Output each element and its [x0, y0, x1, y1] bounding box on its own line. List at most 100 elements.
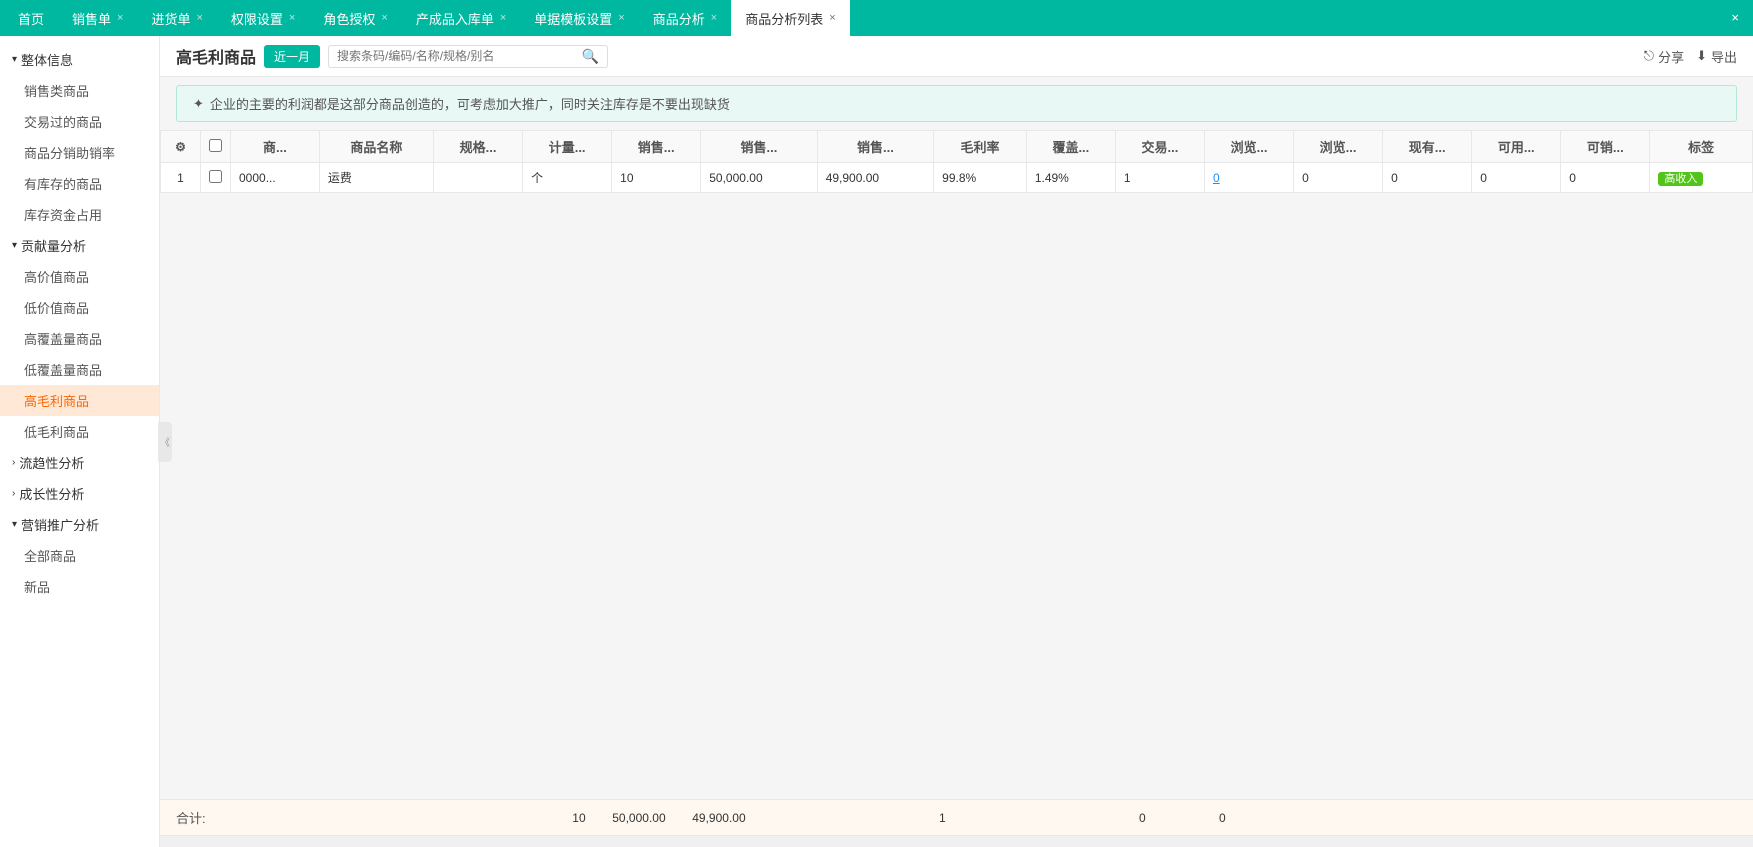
sidebar-item-high-value[interactable]: 高价值商品: [0, 261, 159, 292]
cell-checkbox[interactable]: [201, 163, 231, 193]
time-filter-button[interactable]: 近一月: [264, 45, 320, 68]
sidebar-item-traded-goods[interactable]: 交易过的商品: [0, 106, 159, 137]
sidebar-item-distribution[interactable]: 商品分销助销率: [0, 137, 159, 168]
nav-role[interactable]: 角色授权 ×: [309, 0, 401, 36]
footer-sales-amount: 50,000.00: [594, 811, 674, 825]
col-header-browse2: 浏览...: [1294, 131, 1383, 163]
col-header-gross-margin: 毛利率: [934, 131, 1027, 163]
sidebar-item-low-coverage[interactable]: 低覆盖量商品: [0, 354, 159, 385]
table-container[interactable]: ⚙ 商... 商品名称 规格... 计量... 销售... 销售... 销售..…: [160, 130, 1753, 799]
cell-trade: 1: [1115, 163, 1204, 193]
arrow-marketing: ▾: [12, 519, 17, 530]
cell-gross-margin: 99.8%: [934, 163, 1027, 193]
content-area: 高毛利商品 近一月 🔍 ⎋ 分享 ⬇ 导出 ✦ 企业的主要的利润都是这部分商品创…: [160, 36, 1753, 847]
nav-product-inbound[interactable]: 产成品入库单 ×: [402, 0, 520, 36]
close-product-inbound-tab[interactable]: ×: [500, 12, 506, 24]
col-header-spec: 规格...: [434, 131, 523, 163]
cell-sellable: 0: [1561, 163, 1650, 193]
arrow-growth: ›: [12, 488, 15, 499]
col-header-browse1: 浏览...: [1204, 131, 1293, 163]
col-header-code: 商...: [231, 131, 320, 163]
cell-coverage: 1.49%: [1026, 163, 1115, 193]
sidebar-item-sales-goods[interactable]: 销售类商品: [0, 75, 159, 106]
col-header-coverage: 覆盖...: [1026, 131, 1115, 163]
cell-code: 0000...: [231, 163, 320, 193]
sidebar-item-low-margin[interactable]: 低毛利商品: [0, 416, 159, 447]
close-sales-tab[interactable]: ×: [117, 12, 123, 24]
cell-browse1[interactable]: 0: [1204, 163, 1293, 193]
sidebar: ▾ 整体信息 销售类商品 交易过的商品 商品分销助销率 有库存的商品 库存资金占…: [0, 36, 160, 847]
share-icon: ⎋: [1644, 48, 1654, 64]
bottom-scrollbar[interactable]: [160, 835, 1753, 847]
footer-sales-cost: 49,900.00: [674, 811, 754, 825]
select-all-checkbox[interactable]: [209, 139, 222, 152]
sidebar-item-all-goods[interactable]: 全部商品: [0, 540, 159, 571]
close-permission-tab[interactable]: ×: [289, 12, 295, 24]
footer-available: 0: [1154, 811, 1234, 825]
col-header-available: 可用...: [1472, 131, 1561, 163]
row-checkbox[interactable]: [209, 170, 222, 183]
nav-goods-analysis[interactable]: 商品分析 ×: [639, 0, 731, 36]
col-header-settings[interactable]: ⚙: [161, 131, 201, 163]
tag-badge: 高收入: [1658, 172, 1703, 186]
cell-sales-amount: 50,000.00: [701, 163, 817, 193]
footer-summary: 合计: 10 50,000.00 49,900.00 1 0 0: [160, 799, 1753, 835]
data-table: ⚙ 商... 商品名称 规格... 计量... 销售... 销售... 销售..…: [160, 130, 1753, 193]
search-box: 🔍: [328, 45, 608, 68]
nav-home[interactable]: 首页: [4, 0, 58, 36]
footer-sales-qty: 10: [514, 811, 594, 825]
sidebar-group-overall[interactable]: ▾ 整体信息: [0, 44, 159, 75]
header-actions: ⎋ 分享 ⬇ 导出: [1644, 47, 1737, 66]
nav-permission[interactable]: 权限设置 ×: [217, 0, 309, 36]
cell-browse2: 0: [1294, 163, 1383, 193]
sidebar-item-new-goods[interactable]: 新品: [0, 571, 159, 602]
sidebar-group-growth[interactable]: › 成长性分析: [0, 478, 159, 509]
main-layout: ▾ 整体信息 销售类商品 交易过的商品 商品分销助销率 有库存的商品 库存资金占…: [0, 36, 1753, 847]
sidebar-item-stock-capital[interactable]: 库存资金占用: [0, 199, 159, 230]
nav-goods-analysis-list[interactable]: 商品分析列表 ×: [731, 0, 849, 36]
nav-purchase[interactable]: 进货单 ×: [137, 0, 216, 36]
table-header-row: ⚙ 商... 商品名称 规格... 计量... 销售... 销售... 销售..…: [161, 131, 1753, 163]
cell-available: 0: [1472, 163, 1561, 193]
col-header-sellable: 可销...: [1561, 131, 1650, 163]
cell-sales-qty: 10: [612, 163, 701, 193]
close-template-tab[interactable]: ×: [618, 12, 624, 24]
cell-current-stock: 0: [1383, 163, 1472, 193]
close-goods-analysis-list-tab[interactable]: ×: [829, 12, 835, 24]
share-button[interactable]: ⎋ 分享: [1644, 47, 1684, 66]
top-nav: 首页 销售单 × 进货单 × 权限设置 × 角色授权 × 产成品入库单 × 单据…: [0, 0, 1753, 36]
cell-name: 运费: [319, 163, 433, 193]
sidebar-group-marketing[interactable]: ▾ 营销推广分析: [0, 509, 159, 540]
content-header: 高毛利商品 近一月 🔍 ⎋ 分享 ⬇ 导出: [160, 36, 1753, 77]
col-header-sales-qty: 销售...: [612, 131, 701, 163]
nav-sales[interactable]: 销售单 ×: [58, 0, 137, 36]
sidebar-group-contribution[interactable]: ▾ 贡献量分析: [0, 230, 159, 261]
search-input[interactable]: [337, 49, 582, 63]
sidebar-item-high-margin[interactable]: 高毛利商品: [0, 385, 159, 416]
col-header-checkbox[interactable]: [201, 131, 231, 163]
col-header-trade: 交易...: [1115, 131, 1204, 163]
cell-spec: [434, 163, 523, 193]
sidebar-collapse-button[interactable]: 《: [158, 422, 172, 462]
close-role-tab[interactable]: ×: [381, 12, 387, 24]
col-header-tag: 标签: [1650, 131, 1753, 163]
cell-tag: 高收入: [1650, 163, 1753, 193]
nav-template[interactable]: 单据模板设置 ×: [520, 0, 638, 36]
cell-index: 1: [161, 163, 201, 193]
export-button[interactable]: ⬇ 导出: [1696, 47, 1737, 66]
close-purchase-tab[interactable]: ×: [196, 12, 202, 24]
table-body: 1 0000... 运费 个 10 50,000.00 49,900.00 99…: [161, 163, 1753, 193]
footer-trade: 1: [874, 811, 954, 825]
col-header-current-stock: 现有...: [1383, 131, 1472, 163]
page-title: 高毛利商品: [176, 44, 256, 68]
sidebar-item-in-stock[interactable]: 有库存的商品: [0, 168, 159, 199]
close-window-btn[interactable]: ×: [1721, 9, 1749, 27]
sidebar-item-high-coverage[interactable]: 高覆盖量商品: [0, 323, 159, 354]
sidebar-item-low-value[interactable]: 低价值商品: [0, 292, 159, 323]
sidebar-group-trend[interactable]: › 流趋性分析: [0, 447, 159, 478]
close-goods-analysis-tab[interactable]: ×: [711, 12, 717, 24]
info-banner: ✦ 企业的主要的利润都是这部分商品创造的，可考虑加大推广，同时关注库存是不要出现…: [176, 85, 1737, 122]
arrow-overall: ▾: [12, 54, 17, 65]
export-icon: ⬇: [1696, 48, 1707, 64]
col-header-unit: 计量...: [523, 131, 612, 163]
